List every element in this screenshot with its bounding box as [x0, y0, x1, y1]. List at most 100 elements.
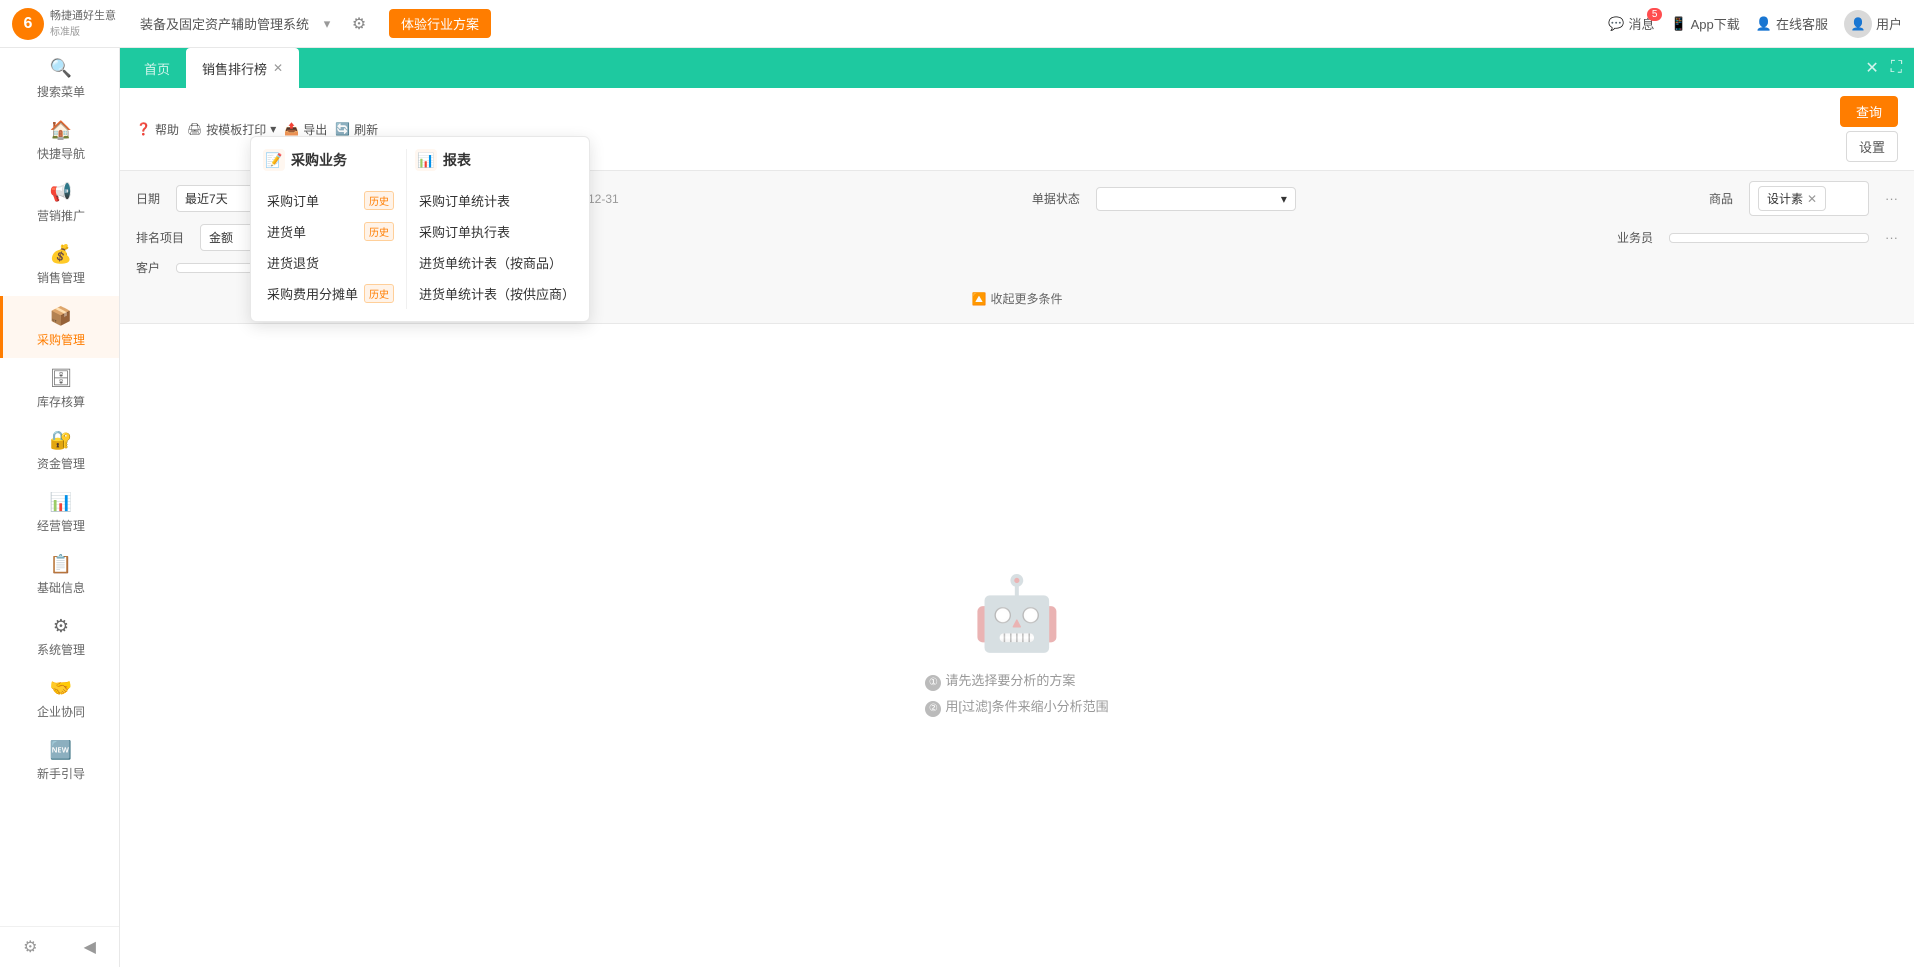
goods-input[interactable]: 设计素 ✕	[1749, 181, 1869, 216]
dropdown-item-receive[interactable]: 进货单 历史	[263, 216, 398, 247]
history-badge-1: 历史	[364, 222, 394, 241]
report-section-icon: 📊	[415, 149, 437, 171]
guide-icon: 🆕	[50, 740, 72, 761]
sidebar-item-inventory[interactable]: 🗄 库存核算	[0, 358, 119, 420]
salesperson-dots[interactable]: ···	[1885, 230, 1898, 245]
sidebar-item-sales[interactable]: 💰 销售管理	[0, 234, 119, 296]
app-download-btn[interactable]: 📱 App下载	[1670, 14, 1739, 33]
query-btn[interactable]: 查询	[1840, 96, 1898, 127]
phone-icon: 📱	[1670, 16, 1686, 32]
history-badge-0: 历史	[364, 191, 394, 210]
rank-label: 排名项目	[136, 229, 184, 246]
dropdown-item-receive-stats-goods[interactable]: 进货单统计表（按商品）	[415, 247, 577, 278]
sidebar-item-marketing[interactable]: 📢 营销推广	[0, 172, 119, 234]
goods-tag: 设计素 ✕	[1758, 186, 1826, 211]
collapse-icon: 🔼	[972, 292, 987, 306]
sidebar-item-quick[interactable]: 🏠 快捷导航	[0, 110, 119, 172]
print-btn[interactable]: 🖨 按模板打印 ▾	[187, 121, 276, 138]
home-icon: 🏠	[50, 120, 72, 141]
refresh-btn[interactable]: 🔄 刷新	[335, 121, 378, 138]
dropdown-item-return[interactable]: 进货退货	[263, 247, 398, 278]
report-section-title: 📊 报表	[415, 149, 577, 177]
date-label: 日期	[136, 190, 160, 207]
salesperson-input[interactable]	[1669, 233, 1869, 243]
header-right: 💬 消息 5 📱 App下载 👤 在线客服 👤 用户	[1608, 10, 1902, 38]
dropdown-item-order-exec[interactable]: 采购订单执行表	[415, 216, 577, 247]
service-icon: 👤	[1756, 16, 1772, 32]
dropdown-item-order-stats[interactable]: 采购订单统计表	[415, 185, 577, 216]
search-icon: 🔍	[50, 58, 72, 79]
order-status-label: 单据状态	[1032, 190, 1080, 207]
goods-tag-remove[interactable]: ✕	[1807, 192, 1817, 206]
dropdown-item-receive-stats-supplier[interactable]: 进货单统计表（按供应商）	[415, 278, 577, 309]
goods-dots[interactable]: ···	[1885, 191, 1898, 206]
print-icon: 🖨	[187, 122, 202, 136]
sidebar-item-finance[interactable]: 🔐 资金管理	[0, 420, 119, 482]
header-settings-btn[interactable]: ⚙	[345, 10, 373, 38]
logo-text: 畅捷通好生意	[50, 9, 116, 23]
sidebar-item-collab[interactable]: 🤝 企业协同	[0, 668, 119, 730]
online-service-btn[interactable]: 👤 在线客服	[1756, 14, 1828, 33]
finance-icon: 🔐	[50, 430, 72, 451]
tab-bar: 首页 销售排行榜 ✕ ✕ ⛶	[120, 48, 1914, 88]
header-system: 装备及固定资产辅助管理系统 ▾ ⚙ 体验行业方案	[132, 9, 1608, 38]
dropdown-sections: 📝 采购业务 采购订单 历史 进货单 历史 进货退货	[263, 149, 577, 309]
empty-icon: 🤖	[972, 571, 1062, 656]
marketing-icon: 📢	[50, 182, 72, 203]
system-dropdown-btn[interactable]: ▾	[317, 14, 337, 34]
empty-illustration: 🤖	[972, 571, 1062, 656]
content-area: 首页 销售排行榜 ✕ ✕ ⛶ ❓ 帮助 🖨 按模板打印 ▾ 📤	[120, 48, 1914, 967]
avatar: 👤	[1844, 10, 1872, 38]
tab-maximize-btn[interactable]: ⛶	[1887, 55, 1906, 81]
inventory-icon: 🗄	[50, 368, 73, 389]
purchase-section: 📝 采购业务 采购订单 历史 进货单 历史 进货退货	[263, 149, 398, 309]
sidebar-footer: ⚙ ◀	[0, 926, 119, 967]
tab-close-window-btn[interactable]: ✕	[1861, 54, 1882, 82]
operations-icon: 📊	[50, 492, 72, 513]
sidebar-item-system[interactable]: ⚙ 系统管理	[0, 606, 119, 668]
logo-sub: 标准版	[50, 23, 116, 38]
footer-settings-btn[interactable]: ⚙	[23, 937, 37, 957]
empty-state: 🤖 ①请先选择要分析的方案 ②用[过滤]条件来缩小分析范围	[120, 324, 1914, 967]
messages-badge: 5	[1647, 8, 1663, 21]
print-dropdown-icon: ▾	[270, 122, 276, 136]
help-btn[interactable]: ❓ 帮助	[136, 121, 179, 138]
industry-btn[interactable]: 体验行业方案	[389, 9, 491, 38]
system-icon: ⚙	[53, 616, 69, 637]
goods-label: 商品	[1709, 190, 1733, 207]
sidebar-item-search[interactable]: 🔍 搜索菜单	[0, 48, 119, 110]
main-layout: 🔍 搜索菜单 🏠 快捷导航 📢 营销推广 💰 销售管理 📦 采购管理 🗄 库存核…	[0, 48, 1914, 967]
empty-text: ①请先选择要分析的方案 ②用[过滤]条件来缩小分析范围	[925, 668, 1108, 720]
tab-sales-rank[interactable]: 销售排行榜 ✕	[186, 48, 299, 88]
dropdown-divider	[406, 149, 407, 309]
footer-collapse-btn[interactable]: ◀	[84, 937, 96, 957]
sidebar-item-purchase[interactable]: 📦 采购管理	[0, 296, 119, 358]
purchase-section-icon: 📝	[263, 149, 285, 171]
dropdown-item-expense[interactable]: 采购费用分摊单 历史	[263, 278, 398, 309]
dropdown-item-purchase-order[interactable]: 采购订单 历史	[263, 185, 398, 216]
tab-home[interactable]: 首页	[128, 48, 186, 88]
system-title: 装备及固定资产辅助管理系统	[140, 14, 309, 33]
sidebar-item-guide[interactable]: 🆕 新手引导	[0, 730, 119, 792]
help-icon: ❓	[136, 122, 151, 136]
sidebar-item-operations[interactable]: 📊 经营管理	[0, 482, 119, 544]
collab-icon: 🤝	[50, 678, 72, 699]
order-status-dropdown-icon: ▾	[1281, 192, 1287, 206]
user-btn[interactable]: 👤 用户	[1844, 10, 1902, 38]
purchase-icon: 📦	[50, 306, 72, 327]
logo-icon: 6	[12, 8, 44, 40]
settings-btn[interactable]: 设置	[1846, 131, 1898, 162]
order-status-input[interactable]: ▾	[1096, 187, 1296, 211]
tab-close-btn[interactable]: ✕	[273, 61, 283, 75]
salesperson-label: 业务员	[1617, 229, 1653, 246]
messages-btn[interactable]: 💬 消息 5	[1608, 14, 1654, 33]
history-badge-3: 历史	[364, 284, 394, 303]
sidebar-item-basic[interactable]: 📋 基础信息	[0, 544, 119, 606]
report-section: 📊 报表 采购订单统计表 采购订单执行表 进货单统计表（按商品） 进货单统计表（…	[415, 149, 577, 309]
refresh-icon: 🔄	[335, 122, 350, 136]
purchase-section-title: 📝 采购业务	[263, 149, 398, 177]
export-btn[interactable]: 📤 导出	[284, 121, 327, 138]
export-icon: 📤	[284, 122, 299, 136]
customer-label: 客户	[136, 259, 160, 276]
sidebar: 🔍 搜索菜单 🏠 快捷导航 📢 营销推广 💰 销售管理 📦 采购管理 🗄 库存核…	[0, 48, 120, 967]
